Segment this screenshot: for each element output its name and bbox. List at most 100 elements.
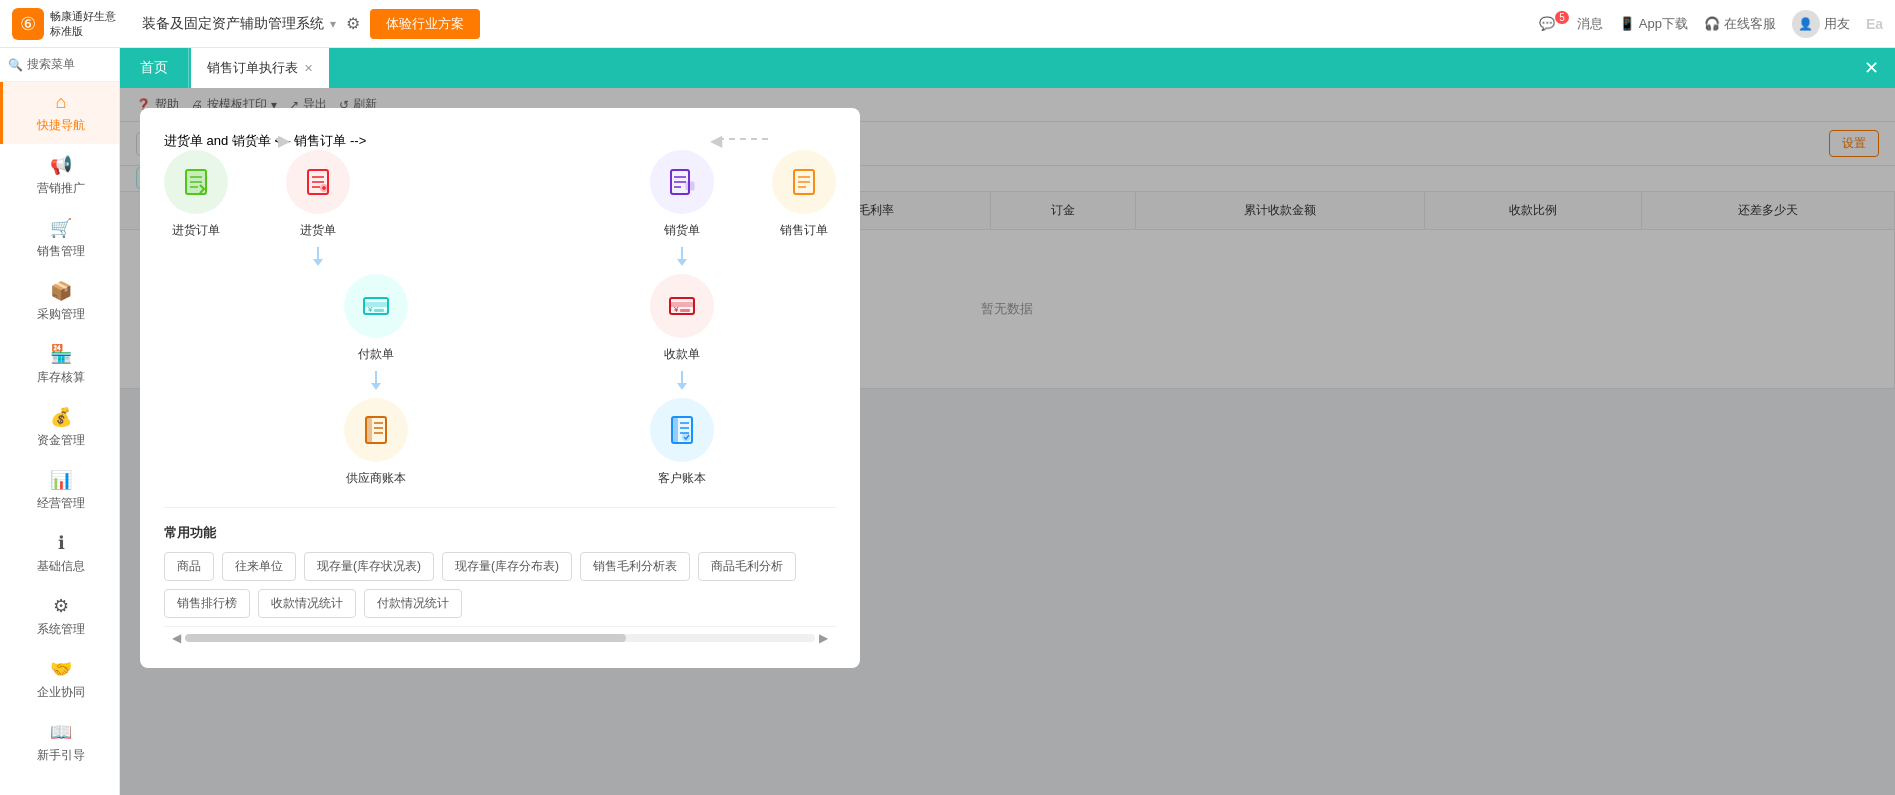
try-btn[interactable]: 体验行业方案	[370, 9, 480, 39]
flow-row-3: 供应商账本	[164, 398, 836, 487]
flow-circle-payment[interactable]: ¥	[344, 274, 408, 338]
marketing-icon: 📢	[50, 154, 72, 176]
cf-btn-sales-profit[interactable]: 销售毛利分析表	[580, 552, 690, 581]
cf-btn-inventory-status[interactable]: 现存量(库存状况表)	[304, 552, 434, 581]
svg-rect-38	[672, 417, 678, 443]
flow-purchase-order[interactable]: 进货订单	[164, 150, 228, 239]
search-icon: 🔍	[8, 58, 23, 72]
sidebar: 🔍 搜索菜单 ⌂ 快捷导航 📢 营销推广 🛒 销售管理 📦 采购管理 🏪 库存核…	[0, 48, 120, 795]
app-download-btn[interactable]: 📱 App下载	[1619, 15, 1688, 33]
sales-bill-icon	[666, 166, 698, 198]
flow-circle-sales-order[interactable]	[772, 150, 836, 214]
basic-icon: ℹ	[58, 532, 65, 554]
flow-customer-ledger[interactable]: 客户账本	[650, 398, 714, 487]
sales-icon: 🛒	[50, 217, 72, 239]
top-header: ⑥ 畅康通好生意 标准版 装备及固定资产辅助管理系统 ▾ ⚙ 体验行业方案 💬 …	[0, 0, 1895, 48]
system-icon: ⚙	[53, 595, 69, 617]
flow-circle-purchase-order[interactable]	[164, 150, 228, 214]
message-btn[interactable]: 💬 5 消息	[1539, 15, 1603, 33]
sales-order-icon	[788, 166, 820, 198]
arrow-down-receipt	[650, 371, 714, 390]
common-functions-title: 常用功能	[164, 524, 836, 542]
headset-icon: 🎧	[1704, 16, 1720, 31]
scroll-right-icon[interactable]: ▶	[819, 631, 828, 645]
customer-ledger-icon	[666, 414, 698, 446]
cf-btn-party[interactable]: 往来单位	[222, 552, 296, 581]
flow-purchase-bill[interactable]: 进货单	[286, 150, 350, 239]
logo-icon: ⑥	[12, 8, 44, 40]
flow-supplier-ledger[interactable]: 供应商账本	[344, 398, 408, 487]
scroll-bar[interactable]	[185, 634, 815, 642]
sidebar-item-enterprise[interactable]: 🤝 企业协同	[0, 648, 119, 711]
scroll-left-icon[interactable]: ◀	[172, 631, 181, 645]
flow-circle-supplier-ledger[interactable]	[344, 398, 408, 462]
arrow-right-1: ▶	[228, 150, 286, 176]
sidebar-item-newbie[interactable]: 📖 新手引导	[0, 711, 119, 774]
flow-sales-order[interactable]: 销售订单	[772, 150, 836, 239]
message-icon: 💬	[1539, 16, 1555, 31]
flow-circle-receipt[interactable]: ¥	[650, 274, 714, 338]
flow-circle-sales-bill[interactable]	[650, 150, 714, 214]
layout: 🔍 搜索菜单 ⌂ 快捷导航 📢 营销推广 🛒 销售管理 📦 采购管理 🏪 库存核…	[0, 48, 1895, 795]
header-right: 💬 5 消息 📱 App下载 🎧 在线客服 👤 用友 Ea	[1539, 10, 1883, 38]
flow-row-2: ¥ 付款单	[164, 274, 836, 363]
payment-icon: ¥	[360, 290, 392, 322]
cf-btn-product[interactable]: 商品	[164, 552, 214, 581]
sidebar-item-basic[interactable]: ℹ 基础信息	[0, 522, 119, 585]
user-area[interactable]: 👤 用友	[1792, 10, 1850, 38]
supplier-ledger-icon	[360, 414, 392, 446]
arrow-down-purchase	[286, 247, 350, 266]
system-title: 装备及固定资产辅助管理系统 ▾ ⚙ 体验行业方案	[142, 9, 1529, 39]
sidebar-item-marketing[interactable]: 📢 营销推广	[0, 144, 119, 207]
logo-text: 畅康通好生意 标准版	[50, 9, 116, 38]
main-content: 首页 销售订单执行表 ✕ ✕ ❓ 帮助 🖨 按模板打印 ▾	[120, 48, 1895, 795]
tab-home[interactable]: 首页	[120, 48, 189, 88]
phone-icon: 📱	[1619, 16, 1635, 31]
purchase-icon: 📦	[50, 280, 72, 302]
cf-buttons-row2: 销售排行榜 收款情况统计 付款情况统计	[164, 589, 836, 618]
cf-btn-product-profit[interactable]: 商品毛利分析	[698, 552, 796, 581]
home-icon: ⌂	[56, 92, 67, 113]
svg-rect-31	[680, 309, 690, 312]
sidebar-item-quick-nav[interactable]: ⌂ 快捷导航	[0, 82, 119, 144]
tab-bar: 首页 销售订单执行表 ✕ ✕	[120, 48, 1895, 88]
enterprise-icon: 🤝	[50, 658, 72, 680]
arrow-left-1: ◀	[714, 150, 772, 176]
inventory-icon: 🏪	[50, 343, 72, 365]
sidebar-item-management[interactable]: 📊 经营管理	[0, 459, 119, 522]
cf-btn-inventory-dist[interactable]: 现存量(库存分布表)	[442, 552, 572, 581]
scroll-indicator: ◀ ▶	[164, 626, 836, 649]
settings-icon[interactable]: ⚙	[346, 14, 360, 33]
system-dropdown-arrow[interactable]: ▾	[330, 17, 336, 31]
sidebar-item-inventory[interactable]: 🏪 库存核算	[0, 333, 119, 396]
flow-receipt[interactable]: ¥ 收款单	[650, 274, 714, 363]
tab-bar-close-btn[interactable]: ✕	[1848, 57, 1895, 79]
tab-sales-order-exec[interactable]: 销售订单执行表 ✕	[191, 48, 329, 88]
flow-circle-customer-ledger[interactable]	[650, 398, 714, 462]
user-initials[interactable]: Ea	[1866, 16, 1883, 32]
sidebar-search[interactable]: 🔍 搜索菜单	[0, 48, 119, 82]
flow-arrows-down-row2	[164, 371, 836, 390]
page-content: ❓ 帮助 🖨 按模板打印 ▾ ↗ 导出 ↺ 刷新	[120, 88, 1895, 795]
cf-btn-payment-stats[interactable]: 付款情况统计	[364, 589, 462, 618]
cf-btn-receipt-stats[interactable]: 收款情况统计	[258, 589, 356, 618]
flow-arrows-down-row	[164, 247, 836, 266]
flow-payment[interactable]: ¥ 付款单	[344, 274, 408, 363]
tab-close-icon[interactable]: ✕	[304, 62, 313, 75]
online-service-btn[interactable]: 🎧 在线客服	[1704, 15, 1776, 33]
svg-rect-18	[686, 182, 694, 190]
sidebar-item-system[interactable]: ⚙ 系统管理	[0, 585, 119, 648]
receipt-icon: ¥	[666, 290, 698, 322]
flow-circle-purchase-bill[interactable]	[286, 150, 350, 214]
scroll-thumb	[185, 634, 626, 642]
modal-dialog: 进货单 and 销货单 <-- 销售订单 -->	[140, 108, 860, 668]
sidebar-item-finance[interactable]: 💰 资金管理	[0, 396, 119, 459]
svg-rect-27	[374, 309, 384, 312]
sidebar-item-sales[interactable]: 🛒 销售管理	[0, 207, 119, 270]
sidebar-item-purchase[interactable]: 📦 采购管理	[0, 270, 119, 333]
cf-buttons-row1: 商品 往来单位 现存量(库存状况表) 现存量(库存分布表) 销售毛利分析表 商品…	[164, 552, 836, 581]
modal-overlay[interactable]: 进货单 and 销货单 <-- 销售订单 -->	[120, 88, 1895, 795]
cf-btn-sales-ranking[interactable]: 销售排行榜	[164, 589, 250, 618]
flow-sales-bill[interactable]: 销货单	[650, 150, 714, 239]
management-icon: 📊	[50, 469, 72, 491]
